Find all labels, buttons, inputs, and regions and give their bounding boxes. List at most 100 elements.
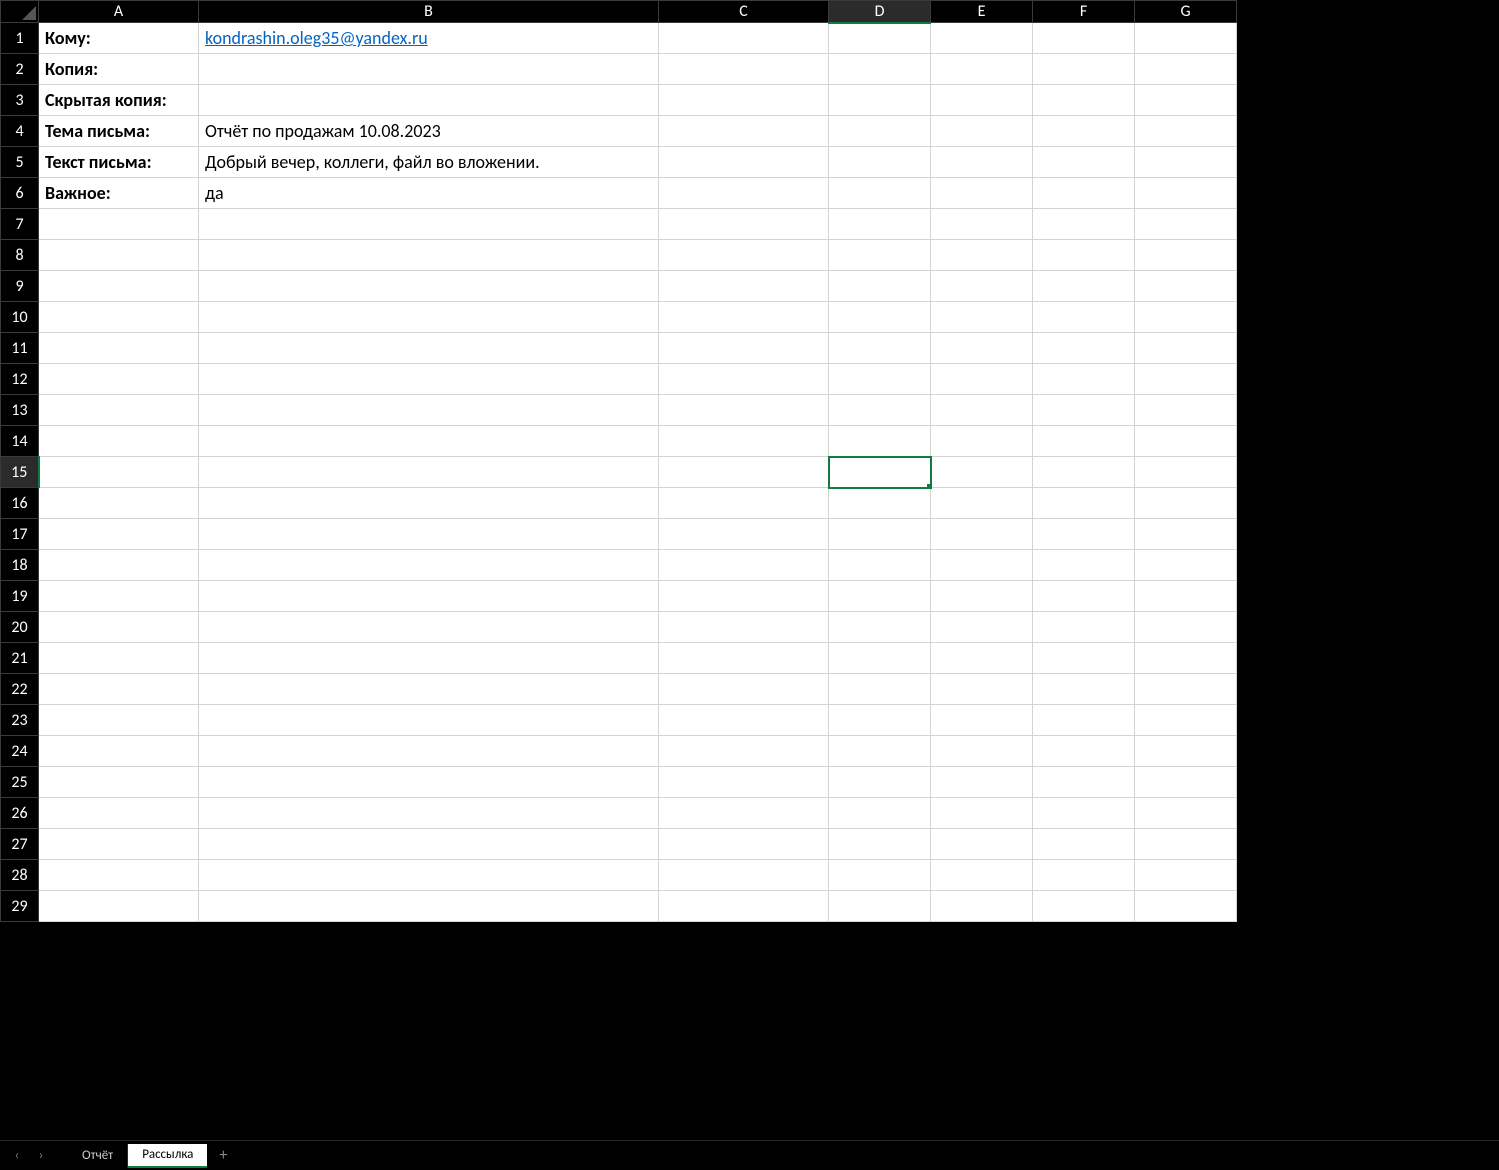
cell-F22[interactable] — [1033, 674, 1135, 705]
cell-B5[interactable]: Добрый вечер, коллеги, файл во вложении. — [199, 147, 659, 178]
cell-G22[interactable] — [1135, 674, 1237, 705]
cell-C17[interactable] — [659, 519, 829, 550]
cell-A3[interactable]: Скрытая копия: — [39, 85, 199, 116]
cell-E2[interactable] — [931, 54, 1033, 85]
row-header-22[interactable]: 22 — [1, 674, 39, 705]
cell-A17[interactable] — [39, 519, 199, 550]
cell-B17[interactable] — [199, 519, 659, 550]
cell-D9[interactable] — [829, 271, 931, 302]
cell-A7[interactable] — [39, 209, 199, 240]
cell-E16[interactable] — [931, 488, 1033, 519]
row-header-10[interactable]: 10 — [1, 302, 39, 333]
cell-A14[interactable] — [39, 426, 199, 457]
cell-C24[interactable] — [659, 736, 829, 767]
cell-A29[interactable] — [39, 891, 199, 922]
cell-B9[interactable] — [199, 271, 659, 302]
cell-B2[interactable] — [199, 54, 659, 85]
cell-A27[interactable] — [39, 829, 199, 860]
row-header-14[interactable]: 14 — [1, 426, 39, 457]
row-header-18[interactable]: 18 — [1, 550, 39, 581]
email-link[interactable]: kondrashin.oleg35@yandex.ru — [205, 27, 428, 49]
cell-C18[interactable] — [659, 550, 829, 581]
cell-E20[interactable] — [931, 612, 1033, 643]
cell-E9[interactable] — [931, 271, 1033, 302]
cell-G1[interactable] — [1135, 23, 1237, 54]
cell-D7[interactable] — [829, 209, 931, 240]
cell-F4[interactable] — [1033, 116, 1135, 147]
cell-A25[interactable] — [39, 767, 199, 798]
cell-B6[interactable]: да — [199, 178, 659, 209]
cell-B27[interactable] — [199, 829, 659, 860]
cell-F8[interactable] — [1033, 240, 1135, 271]
col-header-F[interactable]: F — [1033, 1, 1135, 23]
cell-B8[interactable] — [199, 240, 659, 271]
row-header-21[interactable]: 21 — [1, 643, 39, 674]
row-header-26[interactable]: 26 — [1, 798, 39, 829]
cell-A11[interactable] — [39, 333, 199, 364]
row-header-28[interactable]: 28 — [1, 860, 39, 891]
cell-D8[interactable] — [829, 240, 931, 271]
row-header-29[interactable]: 29 — [1, 891, 39, 922]
add-sheet-button[interactable]: + — [207, 1146, 239, 1165]
cell-E13[interactable] — [931, 395, 1033, 426]
cell-D25[interactable] — [829, 767, 931, 798]
cell-B25[interactable] — [199, 767, 659, 798]
cell-G2[interactable] — [1135, 54, 1237, 85]
cell-G3[interactable] — [1135, 85, 1237, 116]
cell-D23[interactable] — [829, 705, 931, 736]
cell-G24[interactable] — [1135, 736, 1237, 767]
cell-F12[interactable] — [1033, 364, 1135, 395]
cell-C21[interactable] — [659, 643, 829, 674]
cell-B7[interactable] — [199, 209, 659, 240]
cell-B10[interactable] — [199, 302, 659, 333]
cell-A9[interactable] — [39, 271, 199, 302]
cell-C27[interactable] — [659, 829, 829, 860]
cell-G21[interactable] — [1135, 643, 1237, 674]
cell-G16[interactable] — [1135, 488, 1237, 519]
cell-G17[interactable] — [1135, 519, 1237, 550]
cell-F2[interactable] — [1033, 54, 1135, 85]
cell-F29[interactable] — [1033, 891, 1135, 922]
cell-C3[interactable] — [659, 85, 829, 116]
cell-A28[interactable] — [39, 860, 199, 891]
cell-E11[interactable] — [931, 333, 1033, 364]
cell-D17[interactable] — [829, 519, 931, 550]
cell-F27[interactable] — [1033, 829, 1135, 860]
cell-E10[interactable] — [931, 302, 1033, 333]
sheet-tab-mailing[interactable]: Рассылка — [128, 1144, 207, 1168]
tab-prev-icon[interactable]: ‹ — [8, 1147, 26, 1165]
cell-C16[interactable] — [659, 488, 829, 519]
cell-G19[interactable] — [1135, 581, 1237, 612]
cell-B13[interactable] — [199, 395, 659, 426]
cell-D21[interactable] — [829, 643, 931, 674]
cell-F17[interactable] — [1033, 519, 1135, 550]
cell-B15[interactable] — [199, 457, 659, 488]
cell-F11[interactable] — [1033, 333, 1135, 364]
cell-D12[interactable] — [829, 364, 931, 395]
cell-F14[interactable] — [1033, 426, 1135, 457]
cell-B3[interactable] — [199, 85, 659, 116]
cell-F26[interactable] — [1033, 798, 1135, 829]
cell-C19[interactable] — [659, 581, 829, 612]
cell-G7[interactable] — [1135, 209, 1237, 240]
cell-G8[interactable] — [1135, 240, 1237, 271]
row-header-12[interactable]: 12 — [1, 364, 39, 395]
cell-F7[interactable] — [1033, 209, 1135, 240]
cell-C29[interactable] — [659, 891, 829, 922]
cell-A2[interactable]: Копия: — [39, 54, 199, 85]
cell-E21[interactable] — [931, 643, 1033, 674]
cell-E27[interactable] — [931, 829, 1033, 860]
cell-E4[interactable] — [931, 116, 1033, 147]
cell-B4[interactable]: Отчёт по продажам 10.08.2023 — [199, 116, 659, 147]
cell-B26[interactable] — [199, 798, 659, 829]
cell-D10[interactable] — [829, 302, 931, 333]
cell-C2[interactable] — [659, 54, 829, 85]
cell-C9[interactable] — [659, 271, 829, 302]
cell-E7[interactable] — [931, 209, 1033, 240]
cell-F10[interactable] — [1033, 302, 1135, 333]
cell-G23[interactable] — [1135, 705, 1237, 736]
cell-F1[interactable] — [1033, 23, 1135, 54]
cell-D29[interactable] — [829, 891, 931, 922]
cell-E24[interactable] — [931, 736, 1033, 767]
row-header-23[interactable]: 23 — [1, 705, 39, 736]
